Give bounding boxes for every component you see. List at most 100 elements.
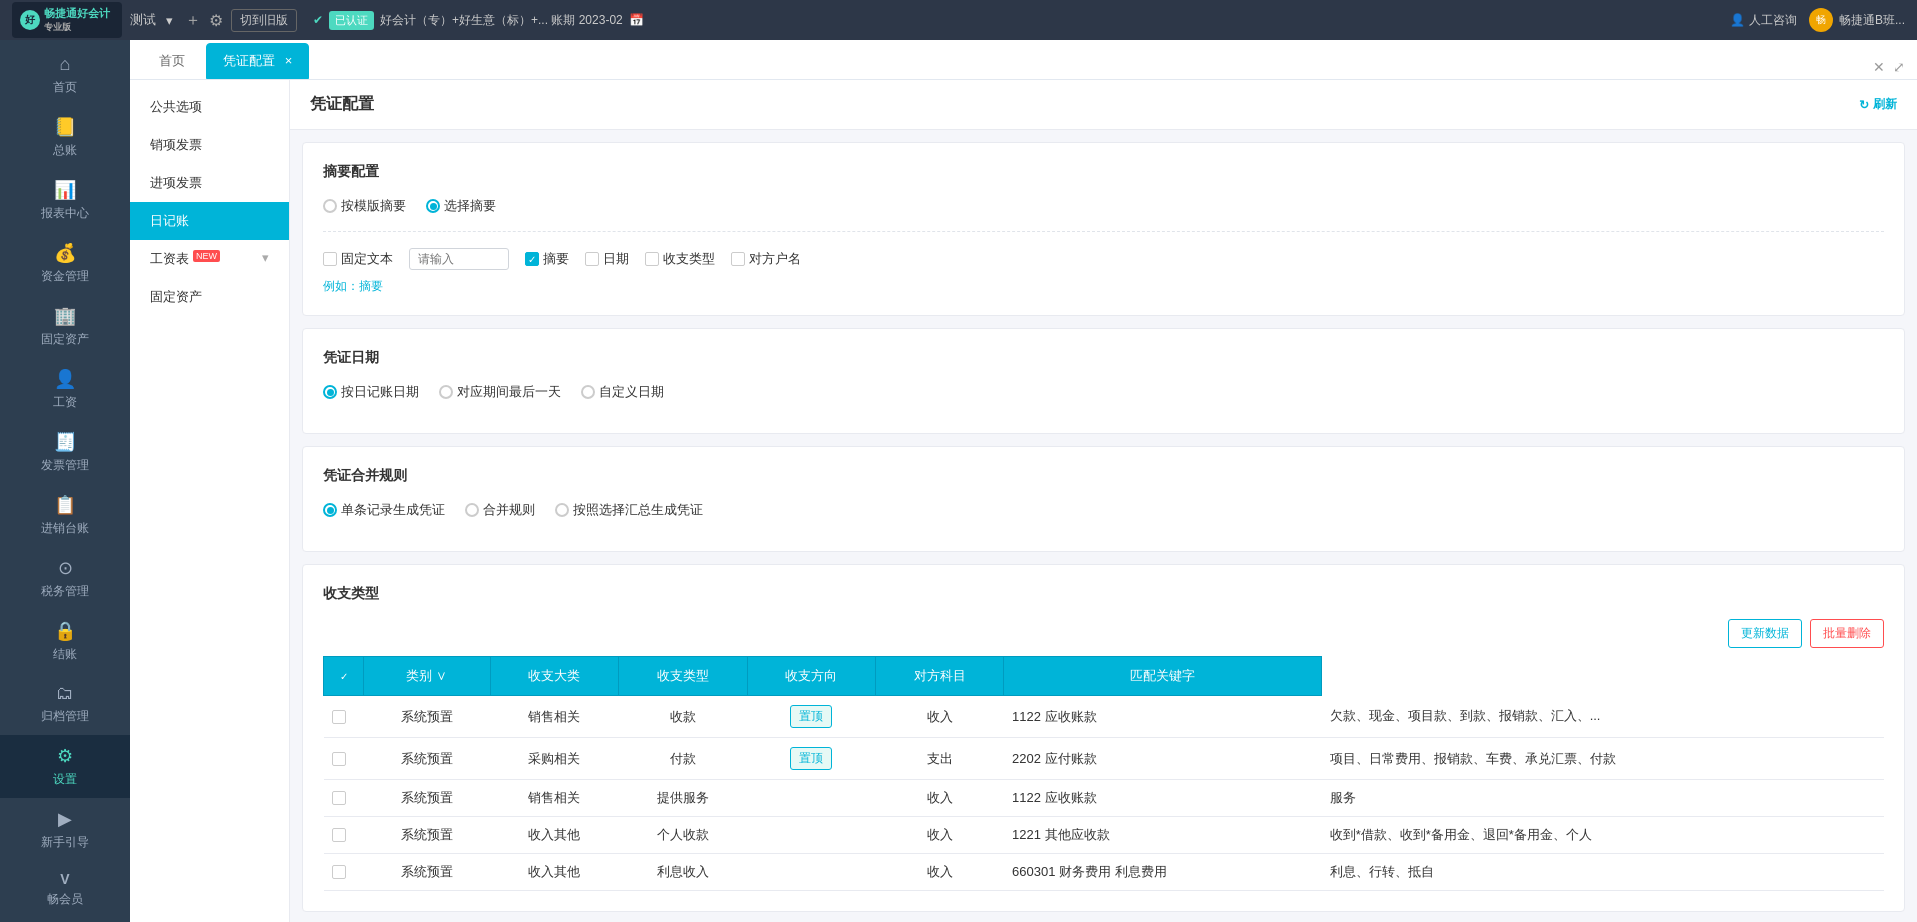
company-name: 测试 <box>130 11 156 29</box>
sidebar-item-label: 税务管理 <box>41 583 89 600</box>
tab-close-icon[interactable]: × <box>285 53 293 68</box>
topbar-actions: ＋ ⚙ 切到旧版 <box>185 9 297 32</box>
cell-keywords: 利息、行转、抵自 <box>1322 854 1884 891</box>
new-badge: NEW <box>193 250 220 262</box>
user-menu[interactable]: 畅 畅捷通B班... <box>1809 8 1905 32</box>
sidebar-item-member[interactable]: V 畅会员 <box>0 861 130 918</box>
date-checkbox-box <box>585 252 599 266</box>
tab-home[interactable]: 首页 <box>142 43 202 79</box>
cell-keywords: 收到*借款、收到*备用金、退回*备用金、个人 <box>1322 817 1884 854</box>
funds-icon: 💰 <box>54 242 76 264</box>
row-checkbox-2[interactable] <box>332 752 346 766</box>
cell-major-type: 销售相关 <box>490 780 618 817</box>
sidebar-item-archive[interactable]: 🗂 归档管理 <box>0 673 130 735</box>
cell-major-type: 收入其他 <box>490 817 618 854</box>
table-row: 系统预置 采购相关 付款 置顶 支出 2202 应付账款 项目、日常费用、报销款… <box>324 738 1885 780</box>
left-nav-sales-invoice[interactable]: 销项发票 <box>130 126 289 164</box>
content-area: 首页 凭证配置 × ✕ ⤢ 公共选项 销项发票 进项发票 日记账 工资表NEW … <box>130 40 1917 922</box>
settings-icon[interactable]: ⚙ <box>209 11 223 30</box>
summary-checkbox-row: 固定文本 ✓ 摘要 日期 收支类型 <box>323 248 1884 270</box>
radio-merge-rule[interactable]: 合并规则 <box>465 501 535 519</box>
batch-delete-button[interactable]: 批量删除 <box>1810 619 1884 648</box>
edition-label: 专业版 <box>44 21 110 34</box>
merge-section: 凭证合并规则 单条记录生成凭证 合并规则 按照选择汇总生成凭证 <box>302 446 1905 552</box>
update-data-button[interactable]: 更新数据 <box>1728 619 1802 648</box>
radio-custom-date[interactable]: 自定义日期 <box>581 383 664 401</box>
radio-single-record[interactable]: 单条记录生成凭证 <box>323 501 445 519</box>
window-maximize-icon[interactable]: ⤢ <box>1893 59 1905 75</box>
cell-income-type: 个人收款 <box>619 817 747 854</box>
date-checkbox[interactable]: 日期 <box>585 250 629 268</box>
radio-journal-date[interactable]: 按日记账日期 <box>323 383 419 401</box>
sidebar-item-invoices[interactable]: 🧾 发票管理 <box>0 421 130 484</box>
sidebar-item-assets[interactable]: 🏢 固定资产 <box>0 295 130 358</box>
sidebar-item-label: 资金管理 <box>41 268 89 285</box>
sidebar-item-label: 设置 <box>53 771 77 788</box>
fixed-text-checkbox-box <box>323 252 337 266</box>
purchases-icon: 📋 <box>54 494 76 516</box>
sidebar-item-label: 畅会员 <box>47 891 83 908</box>
cell-direction: 收入 <box>876 854 1004 891</box>
sidebar-item-closing[interactable]: 🔒 结账 <box>0 610 130 673</box>
cell-category: 系统预置 <box>364 854 491 891</box>
cell-major-type: 销售相关 <box>490 696 618 738</box>
sidebar-item-label: 固定资产 <box>41 331 89 348</box>
help-icon: 👤 <box>1730 13 1745 27</box>
switch-version-button[interactable]: 切到旧版 <box>231 9 297 32</box>
window-close-icon[interactable]: ✕ <box>1873 59 1885 75</box>
summary-checkbox[interactable]: ✓ 摘要 <box>525 250 569 268</box>
tab-voucher-config[interactable]: 凭证配置 × <box>206 43 309 79</box>
help-button[interactable]: 👤 人工咨询 <box>1730 12 1797 29</box>
add-icon[interactable]: ＋ <box>185 10 201 31</box>
sidebar-item-guide[interactable]: ▶ 新手引导 <box>0 798 130 861</box>
radio-template-summary[interactable]: 按模版摘要 <box>323 197 406 215</box>
sidebar: ⌂ 首页 📒 总账 📊 报表中心 💰 资金管理 🏢 固定资产 👤 工资 🧾 发票… <box>0 40 130 922</box>
row-checkbox-1[interactable] <box>332 710 346 724</box>
company-dropdown-icon[interactable]: ▾ <box>166 13 173 28</box>
date-title: 凭证日期 <box>323 349 1884 367</box>
radio-period-last[interactable]: 对应期间最后一天 <box>439 383 561 401</box>
page: 公共选项 销项发票 进项发票 日记账 工资表NEW ▾ 固定资产 凭证配置 ↻ … <box>130 80 1917 922</box>
sidebar-item-reports[interactable]: 📊 报表中心 <box>0 169 130 232</box>
sidebar-item-purchases[interactable]: 📋 进销台账 <box>0 484 130 547</box>
select-all-checkbox[interactable]: ✓ <box>337 669 351 683</box>
income-section: 收支类型 更新数据 批量删除 ✓ 类别 ∨ 收支大类 <box>302 564 1905 912</box>
radio-summary-voucher[interactable]: 按照选择汇总生成凭证 <box>555 501 703 519</box>
income-type-checkbox[interactable]: 收支类型 <box>645 250 715 268</box>
col-income-type: 收支类型 <box>619 657 747 696</box>
cell-income-type: 提供服务 <box>619 780 747 817</box>
cell-keywords: 欠款、现金、项目款、到款、报销款、汇入、... <box>1322 696 1884 738</box>
sidebar-item-funds[interactable]: 💰 资金管理 <box>0 232 130 295</box>
left-nav-public[interactable]: 公共选项 <box>130 88 289 126</box>
left-nav-payroll-table[interactable]: 工资表NEW ▾ <box>130 240 289 278</box>
left-nav-fixed-assets[interactable]: 固定资产 <box>130 278 289 316</box>
refresh-button[interactable]: ↻ 刷新 <box>1859 96 1897 113</box>
fixed-text-checkbox[interactable]: 固定文本 <box>323 250 393 268</box>
logo-icon: 好 <box>20 10 40 30</box>
counterparty-checkbox-box <box>731 252 745 266</box>
calendar-icon[interactable]: 📅 <box>629 13 644 27</box>
row-checkbox-3[interactable] <box>332 791 346 805</box>
sidebar-item-label: 发票管理 <box>41 457 89 474</box>
sidebar-item-ledger[interactable]: 📒 总账 <box>0 106 130 169</box>
row-checkbox-5[interactable] <box>332 865 346 879</box>
row-checkbox-4[interactable] <box>332 828 346 842</box>
tag-top-2[interactable]: 置顶 <box>790 747 832 770</box>
col-major-type: 收支大类 <box>490 657 618 696</box>
radio-custom-circle <box>581 385 595 399</box>
sidebar-item-payroll[interactable]: 👤 工资 <box>0 358 130 421</box>
radio-select-summary[interactable]: 选择摘要 <box>426 197 496 215</box>
assets-icon: 🏢 <box>54 305 76 327</box>
ledger-icon: 📒 <box>54 116 76 138</box>
sidebar-item-tax[interactable]: ⊙ 税务管理 <box>0 547 130 610</box>
left-nav-purchase-invoice[interactable]: 进项发票 <box>130 164 289 202</box>
sidebar-item-home[interactable]: ⌂ 首页 <box>0 44 130 106</box>
merge-title: 凭证合并规则 <box>323 467 1884 485</box>
counterparty-checkbox[interactable]: 对方户名 <box>731 250 801 268</box>
col-keywords: 匹配关键字 <box>1004 657 1322 696</box>
tag-top-1[interactable]: 置顶 <box>790 705 832 728</box>
sidebar-item-settings[interactable]: ⚙ 设置 <box>0 735 130 798</box>
fixed-text-input[interactable] <box>409 248 509 270</box>
cell-account: 1221 其他应收款 <box>1004 817 1322 854</box>
left-nav-journal[interactable]: 日记账 <box>130 202 289 240</box>
